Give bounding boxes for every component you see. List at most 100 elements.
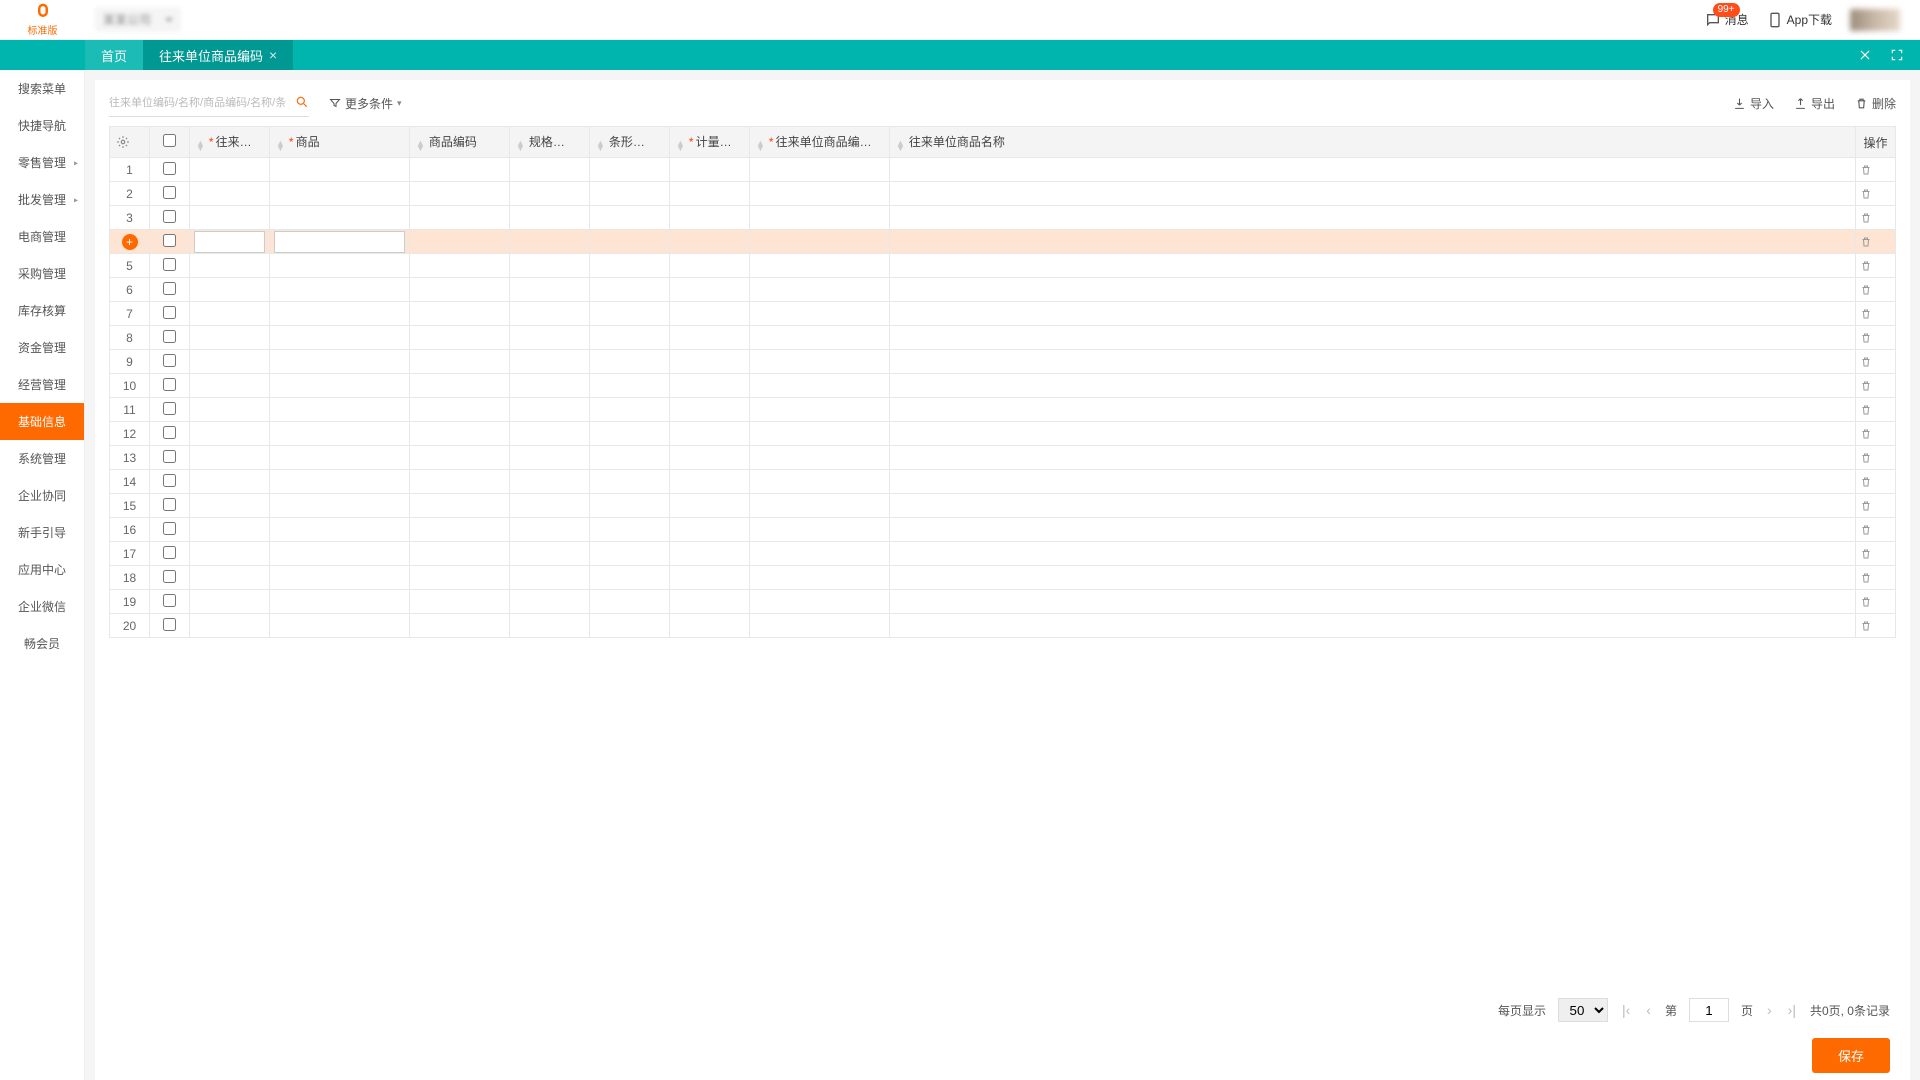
export-button[interactable]: 导出 [1794, 95, 1835, 112]
search-input[interactable] [109, 89, 309, 117]
row-checkbox[interactable] [150, 230, 190, 254]
row-delete-button[interactable] [1860, 284, 1891, 296]
add-row-button[interactable]: + [110, 230, 150, 254]
row-checkbox[interactable] [150, 590, 190, 614]
table-row[interactable]: 16 [110, 518, 1896, 542]
row-checkbox[interactable] [150, 350, 190, 374]
table-row[interactable]: 11 [110, 398, 1896, 422]
col-partner-product-name[interactable]: ▲▼往来单位商品名称 [890, 127, 1856, 158]
table-row[interactable]: 14 [110, 470, 1896, 494]
row-delete-button[interactable] [1860, 500, 1891, 512]
cell-product-input[interactable] [274, 231, 405, 253]
table-row[interactable]: 3 [110, 206, 1896, 230]
table-row[interactable]: 17 [110, 542, 1896, 566]
col-product-code[interactable]: ▲▼商品编码 [410, 127, 510, 158]
cell-partner-input[interactable] [194, 231, 265, 253]
per-page-select[interactable]: 50 [1558, 998, 1608, 1022]
sidebar-item-2[interactable]: 零售管理▸ [0, 144, 84, 181]
app-download-button[interactable]: App下载 [1767, 11, 1832, 28]
row-checkbox[interactable] [150, 302, 190, 326]
sidebar-item-14[interactable]: 企业微信 [0, 588, 84, 625]
row-checkbox[interactable] [150, 446, 190, 470]
sidebar-item-15[interactable]: 畅会员 [0, 625, 84, 662]
select-all-checkbox[interactable] [150, 127, 190, 158]
row-delete-button[interactable] [1860, 164, 1891, 176]
table-row[interactable]: 15 [110, 494, 1896, 518]
row-delete-button[interactable] [1860, 428, 1891, 440]
row-delete-button[interactable] [1860, 188, 1891, 200]
row-checkbox[interactable] [150, 182, 190, 206]
sidebar-item-3[interactable]: 批发管理▸ [0, 181, 84, 218]
table-row[interactable]: 9 [110, 350, 1896, 374]
page-next[interactable]: › [1765, 1002, 1774, 1018]
table-row[interactable]: 18 [110, 566, 1896, 590]
row-checkbox[interactable] [150, 470, 190, 494]
row-checkbox[interactable] [150, 494, 190, 518]
user-avatar[interactable] [1850, 9, 1900, 31]
messages-button[interactable]: 99+ 消息 [1705, 11, 1749, 28]
tab-current[interactable]: 往来单位商品编码 × [143, 40, 293, 70]
save-button[interactable]: 保存 [1812, 1038, 1890, 1073]
table-row[interactable]: 13 [110, 446, 1896, 470]
sidebar-item-10[interactable]: 系统管理 [0, 440, 84, 477]
row-delete-button[interactable] [1860, 524, 1891, 536]
tab-home[interactable]: 首页 [85, 40, 143, 70]
row-delete-button[interactable] [1860, 404, 1891, 416]
sidebar-item-11[interactable]: 企业协同 [0, 477, 84, 514]
row-delete-button[interactable] [1860, 476, 1891, 488]
sidebar-item-13[interactable]: 应用中心 [0, 551, 84, 588]
table-row[interactable]: 6 [110, 278, 1896, 302]
row-checkbox[interactable] [150, 254, 190, 278]
row-delete-button[interactable] [1860, 572, 1891, 584]
row-checkbox[interactable] [150, 374, 190, 398]
table-row[interactable]: 1 [110, 158, 1896, 182]
row-delete-button[interactable] [1860, 596, 1891, 608]
row-checkbox[interactable] [150, 326, 190, 350]
row-checkbox[interactable] [150, 614, 190, 638]
col-spec[interactable]: ▲▼规格… [510, 127, 590, 158]
table-row[interactable]: 7 [110, 302, 1896, 326]
sidebar-item-7[interactable]: 资金管理 [0, 329, 84, 366]
row-delete-button[interactable] [1860, 332, 1891, 344]
sidebar-item-12[interactable]: 新手引导 [0, 514, 84, 551]
col-barcode[interactable]: ▲▼条形… [590, 127, 670, 158]
sidebar-item-5[interactable]: 采购管理 [0, 255, 84, 292]
page-first[interactable]: |‹ [1620, 1002, 1632, 1018]
row-checkbox[interactable] [150, 542, 190, 566]
col-uom[interactable]: ▲▼*计量… [670, 127, 750, 158]
row-checkbox[interactable] [150, 278, 190, 302]
row-delete-button[interactable] [1860, 452, 1891, 464]
row-delete-button[interactable] [1860, 548, 1891, 560]
sidebar-item-4[interactable]: 电商管理 [0, 218, 84, 255]
row-delete-button[interactable] [1860, 308, 1891, 320]
row-checkbox[interactable] [150, 158, 190, 182]
row-checkbox[interactable] [150, 518, 190, 542]
table-row[interactable]: 20 [110, 614, 1896, 638]
column-settings[interactable] [110, 127, 150, 158]
sidebar-item-0[interactable]: 搜索菜单 [0, 70, 84, 107]
table-row[interactable]: 12 [110, 422, 1896, 446]
sidebar-item-9[interactable]: 基础信息 [0, 403, 84, 440]
table-row[interactable]: 19 [110, 590, 1896, 614]
page-input[interactable] [1689, 998, 1729, 1022]
row-checkbox[interactable] [150, 206, 190, 230]
row-checkbox[interactable] [150, 398, 190, 422]
table-row[interactable]: 10 [110, 374, 1896, 398]
page-last[interactable]: ›| [1786, 1002, 1798, 1018]
row-checkbox[interactable] [150, 566, 190, 590]
row-delete-button[interactable] [1860, 212, 1891, 224]
entity-selector[interactable]: 某某公司 [95, 7, 181, 32]
fullscreen-button[interactable] [1888, 46, 1906, 64]
sidebar-item-1[interactable]: 快捷导航 [0, 107, 84, 144]
import-button[interactable]: 导入 [1733, 95, 1774, 112]
row-delete-button[interactable] [1860, 380, 1891, 392]
sidebar-item-6[interactable]: 库存核算 [0, 292, 84, 329]
search-icon[interactable] [295, 95, 309, 109]
page-prev[interactable]: ‹ [1644, 1002, 1653, 1018]
more-conditions-button[interactable]: 更多条件 ▾ [329, 95, 402, 112]
col-partner[interactable]: ▲▼*往来… [190, 127, 270, 158]
tab-close-all-button[interactable] [1856, 46, 1874, 64]
delete-button[interactable]: 删除 [1855, 95, 1896, 112]
close-icon[interactable]: × [269, 47, 277, 63]
sidebar-item-8[interactable]: 经营管理 [0, 366, 84, 403]
